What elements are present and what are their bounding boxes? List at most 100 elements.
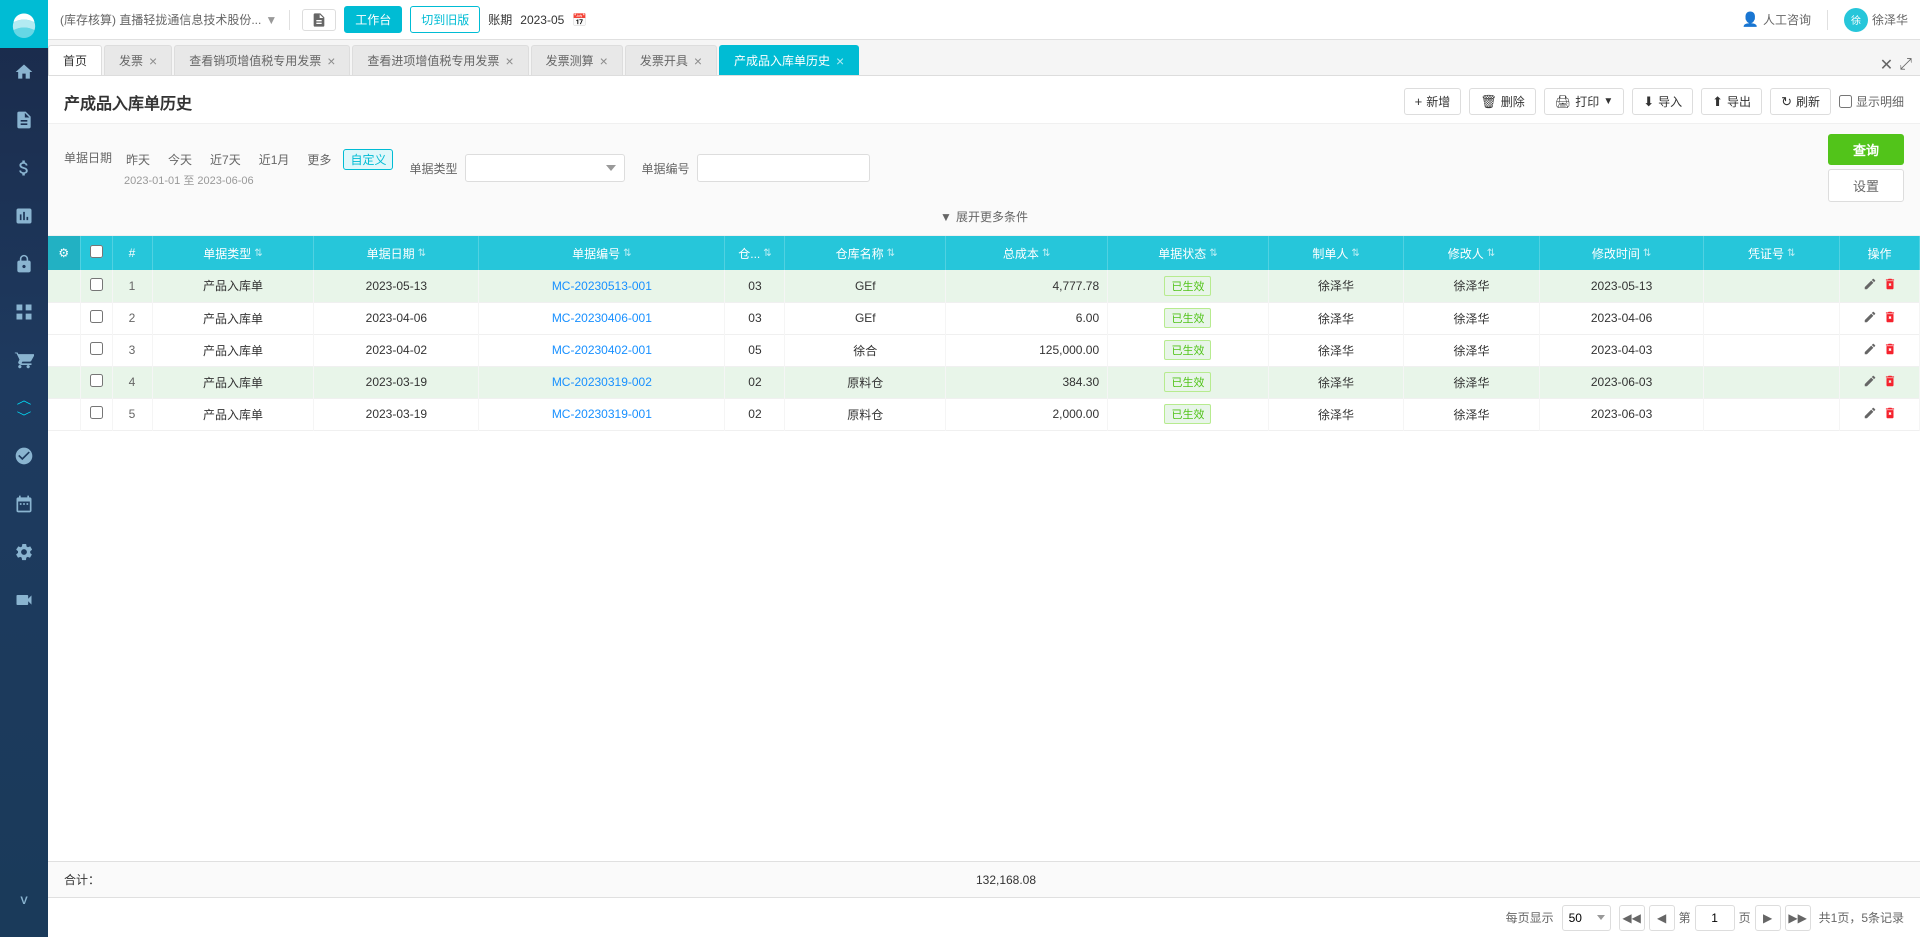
row-number-link-1[interactable]: MC-20230513-001 — [479, 270, 725, 302]
row-checkbox-1[interactable] — [80, 270, 112, 302]
delete-btn-2[interactable] — [1883, 310, 1897, 327]
expand-conditions-button[interactable]: ▼ 展开更多条件 — [940, 208, 1028, 225]
delete-button[interactable]: 🗑 删除 — [1469, 88, 1536, 115]
sidebar-item-process[interactable] — [0, 432, 48, 480]
date-custom[interactable]: 自定义 — [343, 149, 393, 170]
sidebar-item-reports[interactable] — [0, 480, 48, 528]
tab-invoice-calc-close[interactable]: × — [600, 53, 608, 69]
prev-page-button[interactable]: ◀ — [1649, 905, 1675, 931]
refresh-button[interactable]: ↻ 刷新 — [1770, 88, 1831, 115]
edit-btn-5[interactable] — [1863, 406, 1877, 423]
delete-btn-3[interactable] — [1883, 342, 1897, 359]
date-7days[interactable]: 近7天 — [204, 149, 247, 170]
edit-btn-3[interactable] — [1863, 342, 1877, 359]
select-all-checkbox[interactable] — [90, 245, 103, 258]
row-number-link-2[interactable]: MC-20230406-001 — [479, 302, 725, 334]
row-checkbox-3[interactable] — [80, 334, 112, 366]
next-page-button[interactable]: ▶ — [1755, 905, 1781, 931]
th-voucher[interactable]: 凭证号⇅ — [1704, 236, 1840, 270]
last-page-button[interactable]: ▶▶ — [1785, 905, 1811, 931]
edit-btn-4[interactable] — [1863, 374, 1877, 391]
sidebar-item-analytics[interactable] — [0, 192, 48, 240]
th-modifier[interactable]: 修改人⇅ — [1404, 236, 1539, 270]
sidebar-item-video[interactable] — [0, 576, 48, 624]
th-modify-time[interactable]: 修改时间⇅ — [1539, 236, 1704, 270]
close-all-tabs-button[interactable]: ✕ — [1880, 55, 1893, 75]
tab-check-input-vat-close[interactable]: × — [505, 53, 513, 69]
first-page-button[interactable]: ◀◀ — [1619, 905, 1645, 931]
sidebar-item-shopping[interactable] — [0, 336, 48, 384]
th-wh-code[interactable]: 仓...⇅ — [725, 236, 785, 270]
sidebar-item-grid[interactable] — [0, 288, 48, 336]
page-number-input[interactable] — [1695, 905, 1735, 931]
tab-invoice[interactable]: 发票 × — [104, 45, 172, 75]
import-button[interactable]: ⬇ 导入 — [1632, 88, 1693, 115]
th-type[interactable]: 单据类型⇅ — [152, 236, 314, 270]
table-row: 4 产品入库单 2023-03-19 MC-20230319-002 02 原料… — [48, 366, 1920, 398]
th-wh-name[interactable]: 仓库名称⇅ — [785, 236, 946, 270]
checkbox-3[interactable] — [90, 342, 103, 355]
sidebar-item-version[interactable]: V — [0, 877, 48, 925]
set-button[interactable]: 设置 — [1828, 169, 1904, 202]
company-dropdown-icon[interactable]: ▼ — [265, 13, 277, 27]
query-button[interactable]: 查询 — [1828, 134, 1904, 165]
th-settings[interactable]: ⚙ — [48, 236, 80, 270]
delete-btn-5[interactable] — [1883, 406, 1897, 423]
edit-btn-2[interactable] — [1863, 310, 1877, 327]
new-button[interactable]: + 新增 — [1404, 88, 1462, 115]
app-logo[interactable] — [0, 0, 48, 48]
page-size-select[interactable]: 50 10 20 100 — [1562, 905, 1611, 931]
date-1month[interactable]: 近1月 — [253, 149, 296, 170]
edit-btn-1[interactable] — [1863, 277, 1877, 294]
row-checkbox-5[interactable] — [80, 398, 112, 430]
tab-invoice-open[interactable]: 发票开具 × — [625, 45, 717, 75]
delete-btn-4[interactable] — [1883, 374, 1897, 391]
tab-product-history[interactable]: 产成品入库单历史 × — [719, 45, 859, 75]
calendar-icon[interactable]: 📅 — [572, 13, 587, 27]
th-status[interactable]: 单据状态⇅ — [1108, 236, 1269, 270]
type-select[interactable] — [465, 154, 625, 182]
th-number[interactable]: 单据编号⇅ — [479, 236, 725, 270]
delete-btn-1[interactable] — [1883, 277, 1897, 294]
row-number-link-4[interactable]: MC-20230319-002 — [479, 366, 725, 398]
sidebar-item-docs[interactable] — [0, 96, 48, 144]
tab-invoice-calc[interactable]: 发票测算 × — [531, 45, 623, 75]
row-checkbox-2[interactable] — [80, 302, 112, 334]
date-today[interactable]: 今天 — [162, 149, 198, 170]
tab-invoice-close[interactable]: × — [149, 53, 157, 69]
doc-icon-btn[interactable] — [302, 9, 336, 31]
tab-check-input-vat[interactable]: 查看进项增值税专用发票 × — [352, 45, 528, 75]
row-number-link-3[interactable]: MC-20230402-001 — [479, 334, 725, 366]
th-creator[interactable]: 制单人⇅ — [1268, 236, 1403, 270]
show-detail-checkbox[interactable] — [1839, 95, 1852, 108]
row-checkbox-4[interactable] — [80, 366, 112, 398]
th-date[interactable]: 单据日期⇅ — [314, 236, 479, 270]
export-button[interactable]: ⬆ 导出 — [1701, 88, 1762, 115]
checkbox-4[interactable] — [90, 374, 103, 387]
date-more[interactable]: 更多 — [301, 149, 337, 170]
date-yesterday[interactable]: 昨天 — [120, 149, 156, 170]
checkbox-1[interactable] — [90, 278, 103, 291]
tab-invoice-open-close[interactable]: × — [694, 53, 702, 69]
sidebar-item-lock[interactable] — [0, 240, 48, 288]
tab-product-history-close[interactable]: × — [836, 53, 844, 69]
checkbox-2[interactable] — [90, 310, 103, 323]
print-button[interactable]: 🖨 打印 ▼ — [1544, 88, 1624, 115]
checkbox-5[interactable] — [90, 406, 103, 419]
row-number-link-5[interactable]: MC-20230319-001 — [479, 398, 725, 430]
number-input[interactable] — [697, 154, 870, 182]
th-total-cost[interactable]: 总成本⇅ — [946, 236, 1108, 270]
tab-check-sales-vat[interactable]: 查看销项增值税专用发票 × — [174, 45, 350, 75]
sidebar-item-finance[interactable] — [0, 144, 48, 192]
user-menu[interactable]: 徐 徐泽华 — [1844, 8, 1908, 32]
th-checkbox[interactable] — [80, 236, 112, 270]
sidebar-item-home[interactable] — [0, 48, 48, 96]
maximize-button[interactable]: ⤢ — [1899, 56, 1912, 74]
switch-old-button[interactable]: 切到旧版 — [410, 6, 480, 33]
support-link[interactable]: 👤 人工咨询 — [1742, 11, 1811, 28]
tab-check-sales-vat-close[interactable]: × — [327, 53, 335, 69]
sidebar-item-inventory[interactable] — [0, 384, 48, 432]
tab-home[interactable]: 首页 — [48, 45, 102, 75]
sidebar-item-settings[interactable] — [0, 528, 48, 576]
workbench-button[interactable]: 工作台 — [344, 6, 402, 33]
